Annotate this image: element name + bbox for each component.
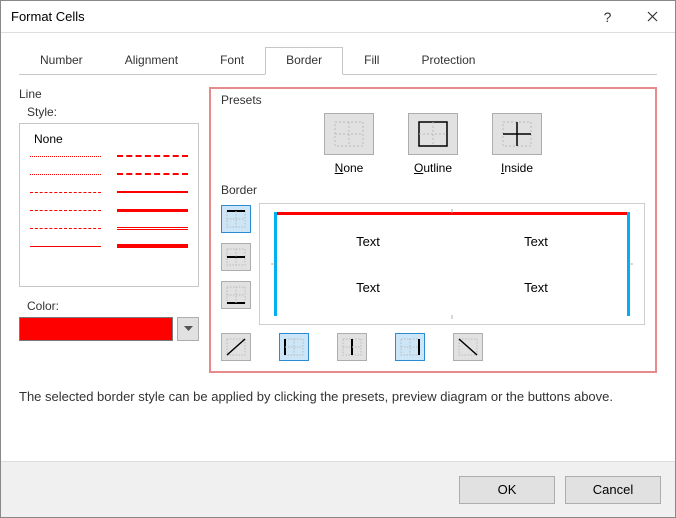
ok-button[interactable]: OK [459, 476, 555, 504]
border-diag-down-button[interactable] [453, 333, 483, 361]
preset-inside-button[interactable] [492, 113, 542, 155]
line-style-box[interactable]: None [19, 123, 199, 287]
line-style-option[interactable] [117, 206, 188, 214]
preset-none-label: None [335, 161, 364, 175]
preset-outline-label: Outline [414, 161, 452, 175]
line-style-option[interactable] [30, 224, 101, 232]
border-hmiddle-button[interactable] [221, 243, 251, 271]
line-style-option[interactable] [117, 242, 188, 250]
preset-outline: Outline [408, 113, 458, 175]
dialog-footer: OK Cancel [1, 461, 675, 517]
preset-none-icon [334, 121, 364, 147]
line-style-option[interactable] [117, 188, 188, 196]
preset-outline-button[interactable] [408, 113, 458, 155]
preview-cell: Text [356, 234, 380, 249]
preview-cell: Text [524, 280, 548, 295]
tab-number[interactable]: Number [19, 47, 104, 75]
format-cells-dialog: Format Cells ? Number Alignment Font Bor… [0, 0, 676, 518]
dialog-title: Format Cells [11, 9, 85, 24]
presets-group-label: Presets [221, 93, 645, 107]
border-bottom-button[interactable] [221, 281, 251, 309]
border-group-label: Border [221, 183, 645, 197]
preset-inside: Inside [492, 113, 542, 175]
line-style-option[interactable] [117, 152, 188, 160]
line-style-option[interactable] [30, 170, 101, 178]
border-top-button[interactable] [221, 205, 251, 233]
color-swatch[interactable] [19, 317, 173, 341]
line-panel: Line Style: None [19, 87, 199, 373]
line-style-none[interactable]: None [28, 130, 190, 152]
help-button[interactable]: ? [585, 1, 630, 33]
tab-border[interactable]: Border [265, 47, 343, 75]
border-diag-down-icon [458, 338, 478, 356]
tab-strip: Number Alignment Font Border Fill Protec… [19, 47, 657, 75]
preset-inside-icon [502, 121, 532, 147]
preset-none: None [324, 113, 374, 175]
tab-fill[interactable]: Fill [343, 47, 400, 75]
close-button[interactable] [630, 1, 675, 33]
preset-outline-icon [418, 121, 448, 147]
color-dropdown-button[interactable] [177, 317, 199, 341]
line-style-option[interactable] [30, 188, 101, 196]
border-vmiddle-icon [342, 338, 362, 356]
presets-row: None Outline [221, 113, 645, 175]
border-left-icon [284, 338, 304, 356]
border-preview[interactable]: Text Text Text Text [259, 203, 645, 325]
preview-wrap: Text Text Text Text [259, 203, 645, 361]
border-bottom-buttons [259, 333, 645, 361]
border-side-buttons [221, 203, 251, 309]
border-panel: Presets None [209, 87, 657, 373]
border-right-icon [400, 338, 420, 356]
line-group-label: Line [19, 87, 199, 101]
hint-text: The selected border style can be applied… [19, 389, 657, 404]
border-right-button[interactable] [395, 333, 425, 361]
preset-inside-label: Inside [501, 161, 533, 175]
chevron-down-icon [184, 326, 193, 332]
line-style-option[interactable] [117, 224, 188, 232]
border-diag-up-button[interactable] [221, 333, 251, 361]
style-label: Style: [27, 105, 199, 119]
tab-font[interactable]: Font [199, 47, 265, 75]
border-diag-up-icon [226, 338, 246, 356]
color-picker[interactable] [19, 317, 199, 341]
line-style-option[interactable] [30, 152, 101, 160]
border-hmiddle-icon [226, 248, 246, 266]
line-style-option[interactable] [30, 206, 101, 214]
preview-cell: Text [356, 280, 380, 295]
color-label: Color: [27, 299, 199, 313]
preset-none-button[interactable] [324, 113, 374, 155]
preview-inner: Text Text Text Text [274, 212, 630, 316]
border-area: Text Text Text Text [221, 203, 645, 361]
border-bottom-icon [226, 286, 246, 304]
tab-alignment[interactable]: Alignment [104, 47, 199, 75]
tab-body: Line Style: None [19, 75, 657, 373]
line-style-option[interactable] [30, 242, 101, 250]
border-left-button[interactable] [279, 333, 309, 361]
preview-cell: Text [524, 234, 548, 249]
line-style-option[interactable] [117, 170, 188, 178]
titlebar: Format Cells ? [1, 1, 675, 33]
dialog-content: Number Alignment Font Border Fill Protec… [1, 33, 675, 461]
close-icon [647, 11, 658, 22]
cancel-button[interactable]: Cancel [565, 476, 661, 504]
border-vmiddle-button[interactable] [337, 333, 367, 361]
tab-protection[interactable]: Protection [400, 47, 496, 75]
border-top-icon [226, 210, 246, 228]
